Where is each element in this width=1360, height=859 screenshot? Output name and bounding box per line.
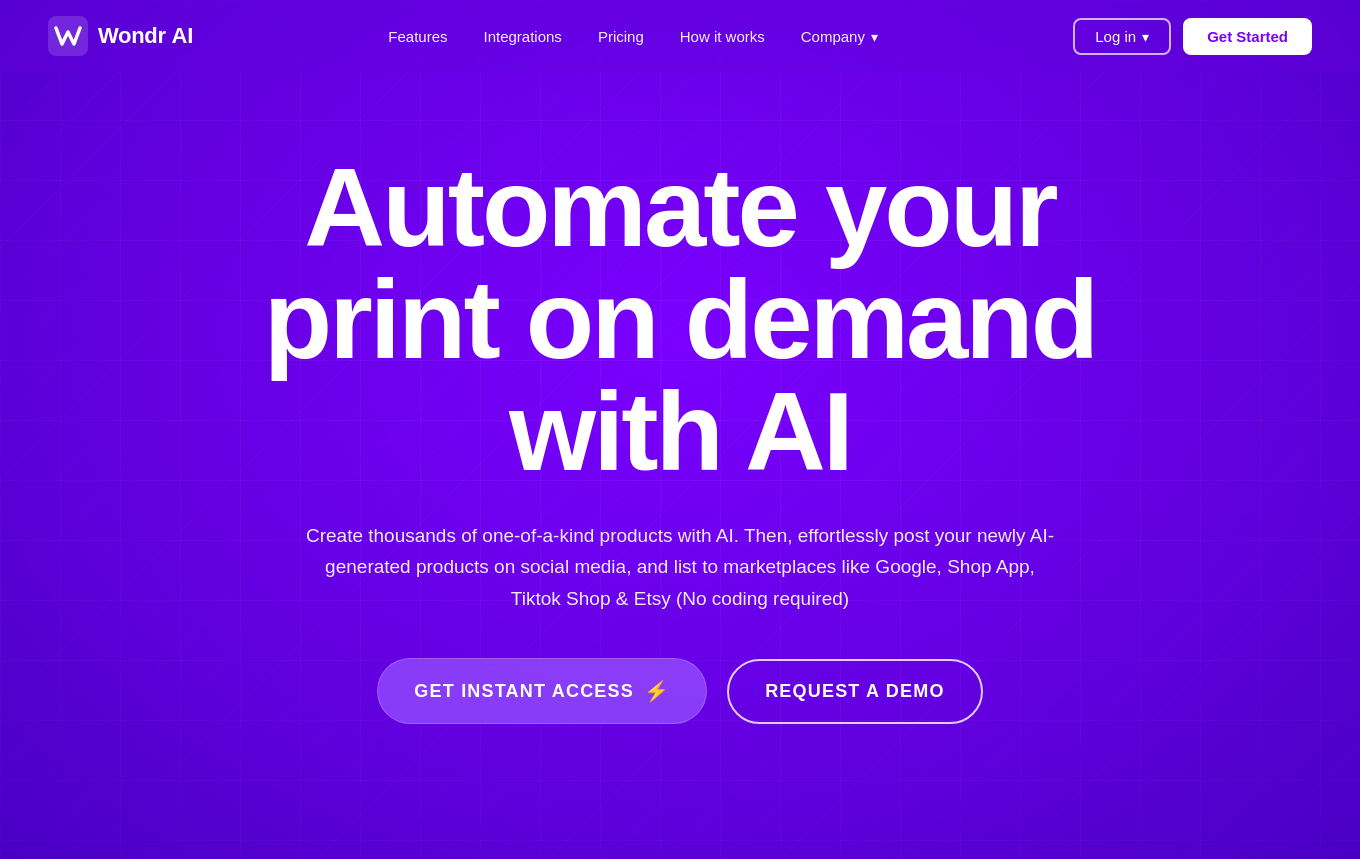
navbar: Wondr AI Features Integrations Pricing H…: [0, 0, 1360, 72]
hero-subtitle: Create thousands of one-of-a-kind produc…: [300, 520, 1060, 614]
brand-name: Wondr AI: [98, 23, 193, 49]
get-started-button[interactable]: Get Started: [1183, 18, 1312, 55]
instant-access-button[interactable]: GET INSTANT ACCESS ⚡: [377, 658, 707, 724]
nav-features[interactable]: Features: [388, 28, 447, 45]
nav-integrations[interactable]: Integrations: [483, 28, 561, 45]
hero-title-line3: with AI: [509, 369, 851, 494]
nav-pricing[interactable]: Pricing: [598, 28, 644, 45]
logo-icon: [48, 16, 88, 56]
hero-title-line1: Automate your: [304, 145, 1055, 270]
nav-company[interactable]: Company: [801, 28, 878, 45]
nav-how-it-works[interactable]: How it works: [680, 28, 765, 45]
chevron-down-icon: [871, 28, 878, 45]
hero-buttons: GET INSTANT ACCESS ⚡ REQUEST A DEMO: [377, 658, 982, 724]
nav-company-label: Company: [801, 28, 865, 45]
nav-actions: Log in Get Started: [1073, 18, 1312, 55]
hero-title: Automate your print on demand with AI: [264, 152, 1096, 488]
login-label: Log in: [1095, 28, 1136, 45]
bolt-icon: ⚡: [644, 679, 670, 703]
request-demo-button[interactable]: REQUEST A DEMO: [727, 659, 982, 724]
logo-link[interactable]: Wondr AI: [48, 16, 193, 56]
nav-links: Features Integrations Pricing How it wor…: [388, 28, 878, 45]
brand-ai-label: AI: [172, 23, 193, 48]
hero-section: Automate your print on demand with AI Cr…: [0, 72, 1360, 784]
instant-access-label: GET INSTANT ACCESS: [414, 681, 634, 702]
login-button[interactable]: Log in: [1073, 18, 1171, 55]
login-chevron-icon: [1142, 28, 1149, 45]
brand-name-bold: Wondr: [98, 23, 166, 48]
hero-title-line2: print on demand: [264, 257, 1096, 382]
svg-rect-0: [48, 16, 88, 56]
